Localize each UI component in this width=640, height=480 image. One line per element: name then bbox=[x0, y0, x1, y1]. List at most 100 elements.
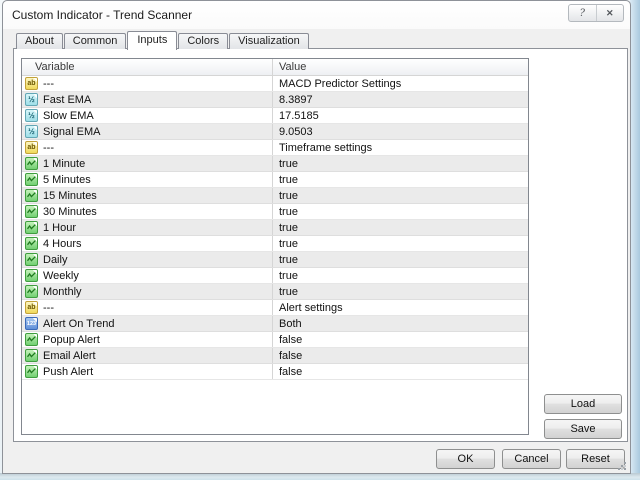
variable-label: --- bbox=[43, 141, 54, 154]
row-value-cell[interactable]: true bbox=[272, 156, 528, 171]
caption-buttons: ? ✕ bbox=[568, 4, 624, 22]
row-value-cell[interactable]: Alert settings bbox=[272, 300, 528, 315]
string-icon: ab bbox=[25, 77, 38, 90]
row-value-cell[interactable]: 8.3897 bbox=[272, 92, 528, 107]
double-icon: ½ bbox=[25, 125, 38, 138]
row-value-cell[interactable]: true bbox=[272, 236, 528, 251]
row-value-cell[interactable]: false bbox=[272, 364, 528, 379]
table-header: Variable Value bbox=[22, 59, 528, 76]
table-row[interactable]: 15 Minutes true bbox=[22, 188, 528, 204]
row-variable-cell: 4 Hours bbox=[22, 236, 272, 251]
table-row[interactable]: Popup Alert false bbox=[22, 332, 528, 348]
table-row[interactable]: Monthly true bbox=[22, 284, 528, 300]
row-variable-cell: ½ Slow EMA bbox=[22, 108, 272, 123]
double-icon: ½ bbox=[25, 109, 38, 122]
table-row[interactable]: ½ Slow EMA 17.5185 bbox=[22, 108, 528, 124]
string-icon: ab bbox=[25, 301, 38, 314]
table-row[interactable]: ab --- Timeframe settings bbox=[22, 140, 528, 156]
desktop-background-bottom bbox=[0, 473, 640, 480]
row-variable-cell: ½ Signal EMA bbox=[22, 124, 272, 139]
row-value-cell[interactable]: Timeframe settings bbox=[272, 140, 528, 155]
row-value-cell[interactable]: false bbox=[272, 348, 528, 363]
row-value-cell[interactable]: true bbox=[272, 204, 528, 219]
ok-button[interactable]: OK bbox=[436, 449, 495, 469]
column-header-variable[interactable]: Variable bbox=[22, 59, 272, 75]
tab-common[interactable]: Common bbox=[63, 33, 127, 49]
variable-label: 30 Minutes bbox=[43, 205, 97, 218]
table-row[interactable]: ab --- MACD Predictor Settings bbox=[22, 76, 528, 92]
variable-label: Signal EMA bbox=[43, 125, 101, 138]
table-row[interactable]: ½ Signal EMA 9.0503 bbox=[22, 124, 528, 140]
dialog-window: Custom Indicator - Trend Scanner ? ✕ Abo… bbox=[2, 0, 631, 474]
variable-label: Popup Alert bbox=[43, 333, 100, 346]
tab-colors[interactable]: Colors bbox=[178, 33, 229, 49]
variable-label: 5 Minutes bbox=[43, 173, 91, 186]
load-button[interactable]: Load bbox=[544, 394, 622, 414]
row-value-cell[interactable]: true bbox=[272, 220, 528, 235]
variable-label: 15 Minutes bbox=[43, 189, 97, 202]
table-row[interactable]: 30 Minutes true bbox=[22, 204, 528, 220]
bool-icon bbox=[25, 205, 38, 218]
value-label: true bbox=[279, 221, 298, 234]
row-variable-cell: 123 Alert On Trend bbox=[22, 316, 272, 331]
bool-icon bbox=[25, 237, 38, 250]
screen: Custom Indicator - Trend Scanner ? ✕ Abo… bbox=[0, 0, 640, 480]
tab-about[interactable]: About bbox=[16, 33, 63, 49]
column-header-value[interactable]: Value bbox=[272, 59, 528, 75]
close-icon[interactable]: ✕ bbox=[597, 5, 624, 21]
resize-grip[interactable] bbox=[617, 461, 627, 471]
tab-visualization[interactable]: Visualization bbox=[229, 33, 309, 49]
table-row[interactable]: 5 Minutes true bbox=[22, 172, 528, 188]
value-label: 9.0503 bbox=[279, 125, 313, 138]
save-button[interactable]: Save bbox=[544, 419, 622, 439]
value-label: Timeframe settings bbox=[279, 141, 373, 154]
table-row[interactable]: 123 Alert On Trend Both bbox=[22, 316, 528, 332]
row-value-cell[interactable]: true bbox=[272, 188, 528, 203]
value-label: false bbox=[279, 365, 303, 378]
row-value-cell[interactable]: false bbox=[272, 332, 528, 347]
row-variable-cell: 1 Minute bbox=[22, 156, 272, 171]
title-bar: Custom Indicator - Trend Scanner ? ✕ bbox=[3, 1, 630, 29]
bool-icon bbox=[25, 173, 38, 186]
row-value-cell[interactable]: 17.5185 bbox=[272, 108, 528, 123]
bool-icon bbox=[25, 221, 38, 234]
row-value-cell[interactable]: true bbox=[272, 172, 528, 187]
value-label: false bbox=[279, 333, 303, 346]
table-row[interactable]: ab --- Alert settings bbox=[22, 300, 528, 316]
row-value-cell[interactable]: true bbox=[272, 252, 528, 267]
variable-label: Email Alert bbox=[43, 349, 96, 362]
tab-inputs[interactable]: Inputs bbox=[127, 31, 178, 50]
row-value-cell[interactable]: true bbox=[272, 284, 528, 299]
window-title: Custom Indicator - Trend Scanner bbox=[12, 8, 193, 22]
row-value-cell[interactable]: Both bbox=[272, 316, 528, 331]
variable-label: --- bbox=[43, 77, 54, 90]
table-row[interactable]: 1 Minute true bbox=[22, 156, 528, 172]
row-value-cell[interactable]: true bbox=[272, 268, 528, 283]
desktop-background-right bbox=[630, 0, 640, 480]
cancel-button[interactable]: Cancel bbox=[502, 449, 561, 469]
row-variable-cell: Push Alert bbox=[22, 364, 272, 379]
row-variable-cell: 30 Minutes bbox=[22, 204, 272, 219]
row-variable-cell: 15 Minutes bbox=[22, 188, 272, 203]
table-row[interactable]: Weekly true bbox=[22, 268, 528, 284]
row-value-cell[interactable]: 9.0503 bbox=[272, 124, 528, 139]
table-row[interactable]: Push Alert false bbox=[22, 364, 528, 380]
table-row[interactable]: Email Alert false bbox=[22, 348, 528, 364]
table-row[interactable]: 4 Hours true bbox=[22, 236, 528, 252]
value-label: MACD Predictor Settings bbox=[279, 77, 402, 90]
variable-label: Weekly bbox=[43, 269, 79, 282]
table-row[interactable]: 1 Hour true bbox=[22, 220, 528, 236]
row-variable-cell: ab --- bbox=[22, 76, 272, 91]
table-row[interactable]: Daily true bbox=[22, 252, 528, 268]
variable-label: Daily bbox=[43, 253, 68, 266]
row-variable-cell: Monthly bbox=[22, 284, 272, 299]
bool-icon bbox=[25, 157, 38, 170]
help-icon[interactable]: ? bbox=[569, 5, 597, 21]
bool-icon bbox=[25, 349, 38, 362]
table-row[interactable]: ½ Fast EMA 8.3897 bbox=[22, 92, 528, 108]
row-value-cell[interactable]: MACD Predictor Settings bbox=[272, 76, 528, 91]
value-label: true bbox=[279, 237, 298, 250]
variable-label: 1 Minute bbox=[43, 157, 86, 170]
value-label: true bbox=[279, 157, 298, 170]
variable-label: 4 Hours bbox=[43, 237, 82, 250]
